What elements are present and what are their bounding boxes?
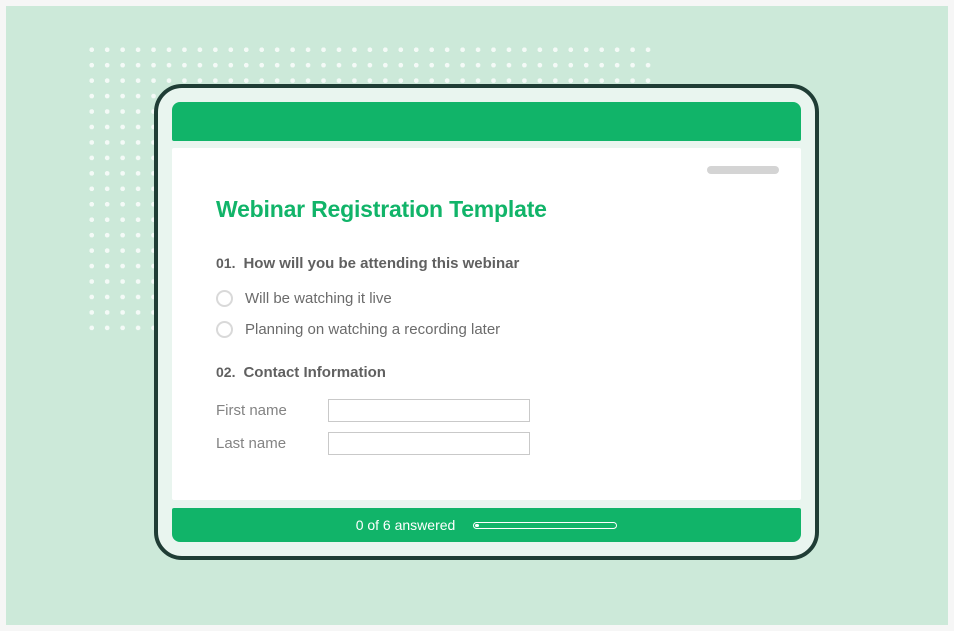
first-name-input[interactable] [328, 399, 530, 422]
progress-text: 0 of 6 answered [356, 517, 456, 533]
question-2-number: 02. [216, 364, 235, 380]
progress-footer: 0 of 6 answered [172, 508, 801, 542]
last-name-input[interactable] [328, 432, 530, 455]
last-name-label: Last name [216, 435, 328, 452]
first-name-row: First name [216, 399, 757, 422]
question-1-header: 01. How will you be attending this webin… [216, 255, 757, 272]
first-name-label: First name [216, 402, 328, 419]
question-1-text: How will you be attending this webinar [243, 255, 519, 272]
contact-fields: First name Last name [216, 399, 757, 455]
device-frame: Webinar Registration Template 01. How wi… [154, 84, 819, 560]
card-tag-pill [707, 166, 779, 174]
option-watch-recording[interactable]: Planning on watching a recording later [216, 321, 757, 338]
canvas-background: Webinar Registration Template 01. How wi… [6, 6, 948, 625]
question-2-text: Contact Information [243, 364, 386, 381]
progress-fill [475, 524, 479, 527]
radio-icon [216, 321, 233, 338]
last-name-row: Last name [216, 432, 757, 455]
question-1-number: 01. [216, 255, 235, 271]
option-watch-live[interactable]: Will be watching it live [216, 290, 757, 307]
form-title: Webinar Registration Template [216, 196, 757, 223]
progress-bar [473, 522, 617, 529]
form-card: Webinar Registration Template 01. How wi… [172, 148, 801, 500]
option-label: Planning on watching a recording later [245, 321, 500, 338]
question-2-header: 02. Contact Information [216, 364, 757, 381]
radio-icon [216, 290, 233, 307]
question-1-options: Will be watching it live Planning on wat… [216, 290, 757, 338]
top-accent-bar [172, 102, 801, 141]
option-label: Will be watching it live [245, 290, 392, 307]
